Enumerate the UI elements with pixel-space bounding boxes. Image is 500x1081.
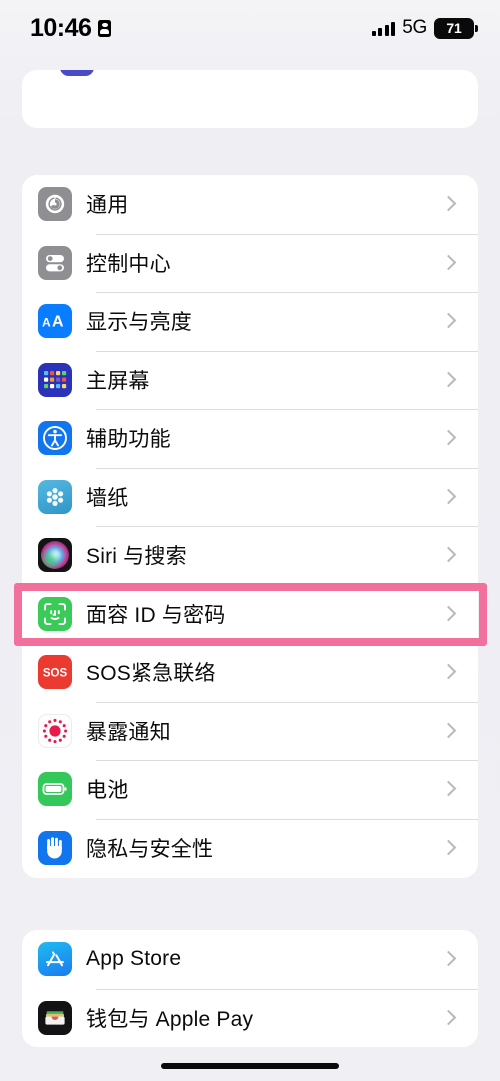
app-store-icon bbox=[38, 942, 72, 977]
chevron-right-icon bbox=[438, 193, 460, 215]
control-center-icon bbox=[38, 245, 72, 280]
settings-row-label: 主屏幕 bbox=[86, 369, 150, 393]
chevron-right-icon bbox=[438, 252, 460, 274]
svg-text:SOS: SOS bbox=[43, 668, 68, 680]
home-indicator bbox=[161, 1063, 339, 1069]
notifications-icon bbox=[60, 70, 94, 76]
chevron-right-icon bbox=[438, 661, 460, 683]
chevron-right-icon bbox=[438, 837, 460, 859]
accessibility-icon bbox=[38, 421, 72, 456]
chevron-right-icon bbox=[438, 427, 460, 449]
siri-icon bbox=[38, 538, 72, 573]
partial-group-above bbox=[22, 70, 478, 128]
settings-row-label: App Store bbox=[86, 947, 182, 971]
settings-row-emergency-sos[interactable]: SOS SOS紧急联络 bbox=[22, 643, 478, 702]
settings-row-home-screen[interactable]: 主屏幕 bbox=[22, 350, 478, 410]
settings-row-face-id-passcode[interactable]: 面容 ID 与密码 bbox=[22, 584, 478, 644]
settings-row-label: 墙纸 bbox=[86, 486, 129, 510]
settings-row-wallpaper[interactable]: 墙纸 bbox=[22, 467, 478, 527]
settings-row-privacy-security[interactable]: 隐私与安全性 bbox=[22, 818, 478, 878]
settings-row-siri-search[interactable]: Siri 与搜索 bbox=[22, 526, 478, 585]
settings-row-control-center[interactable]: 控制中心 bbox=[22, 233, 478, 293]
chevron-right-icon bbox=[438, 1007, 460, 1029]
settings-row-label: 控制中心 bbox=[86, 252, 171, 276]
settings-row-display-brightness[interactable]: A A 显示与亮度 bbox=[22, 292, 478, 351]
settings-row-label: 暴露通知 bbox=[86, 720, 171, 744]
settings-row-battery[interactable]: 电池 bbox=[22, 760, 478, 819]
settings-scroll-view[interactable]: 通用 控制中心 A A 显示与亮度 主屏幕 辅助功能 墙纸 Siri 与搜索 面… bbox=[0, 0, 500, 1081]
gear-icon bbox=[38, 187, 72, 222]
apps-group: App Store 钱包与 Apple Pay bbox=[22, 930, 478, 1047]
settings-row-label: 电池 bbox=[86, 779, 129, 803]
display-brightness-icon: A A bbox=[38, 304, 72, 339]
system-group: 通用 控制中心 A A 显示与亮度 主屏幕 辅助功能 墙纸 Siri 与搜索 面… bbox=[22, 175, 478, 878]
privacy-hand-icon bbox=[38, 830, 72, 865]
sos-icon: SOS bbox=[38, 655, 72, 690]
iphone-settings-screen: 10:46 5G 71 设置 通用 bbox=[0, 0, 500, 1081]
chevron-right-icon bbox=[438, 544, 460, 566]
settings-row-label: 隐私与安全性 bbox=[86, 837, 214, 861]
wallet-icon bbox=[38, 1000, 72, 1035]
chevron-right-icon bbox=[438, 310, 460, 332]
settings-row-label: 通用 bbox=[86, 194, 129, 218]
battery-icon bbox=[38, 772, 72, 807]
chevron-right-icon bbox=[438, 778, 460, 800]
face-id-icon bbox=[38, 596, 72, 631]
settings-row-label: 钱包与 Apple Pay bbox=[86, 1007, 254, 1031]
chevron-right-icon bbox=[438, 486, 460, 508]
svg-text:A: A bbox=[52, 314, 64, 331]
settings-row-general[interactable]: 通用 bbox=[22, 175, 478, 234]
settings-row-wallet-apple-pay[interactable]: 钱包与 Apple Pay bbox=[22, 988, 478, 1048]
chevron-right-icon bbox=[438, 720, 460, 742]
chevron-right-icon bbox=[438, 369, 460, 391]
settings-row-label: 显示与亮度 bbox=[86, 311, 192, 335]
settings-row-exposure-notifications[interactable]: 暴露通知 bbox=[22, 701, 478, 761]
settings-row-label: SOS紧急联络 bbox=[86, 662, 216, 686]
settings-row-app-store[interactable]: App Store bbox=[22, 930, 478, 989]
settings-row-accessibility[interactable]: 辅助功能 bbox=[22, 409, 478, 468]
chevron-right-icon bbox=[438, 948, 460, 970]
settings-row-label: 面容 ID 与密码 bbox=[86, 603, 226, 627]
home-screen-icon bbox=[38, 362, 72, 397]
wallpaper-icon bbox=[38, 479, 72, 514]
exposure-notification-icon bbox=[38, 713, 72, 748]
chevron-right-icon bbox=[438, 603, 460, 625]
svg-text:A: A bbox=[42, 316, 51, 330]
settings-row-label: 辅助功能 bbox=[86, 428, 171, 452]
settings-row-label: Siri 与搜索 bbox=[86, 545, 187, 569]
